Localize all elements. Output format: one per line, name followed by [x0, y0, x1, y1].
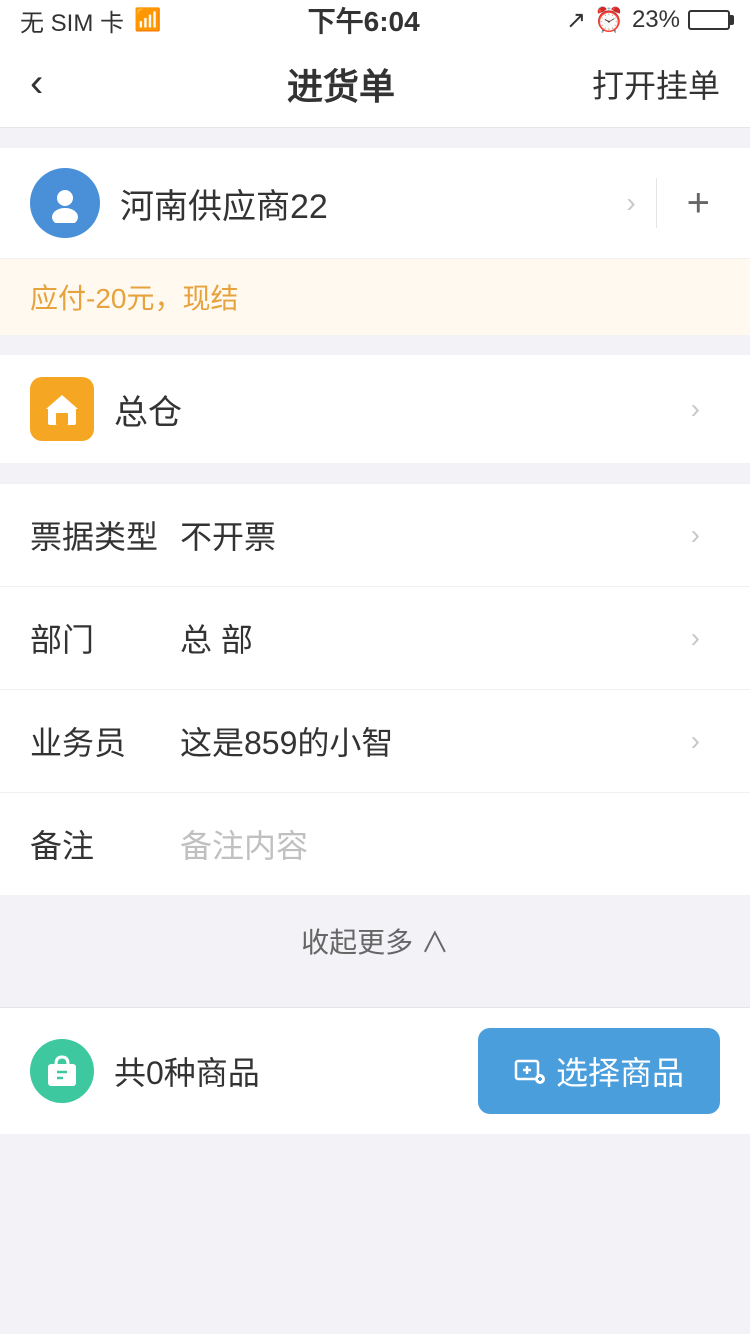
select-product-icon — [514, 1057, 546, 1085]
remark-label: 备注 — [30, 821, 180, 867]
mid-divider1 — [0, 335, 750, 355]
warehouse-chevron-icon: › — [691, 393, 700, 425]
warehouse-icon — [30, 377, 94, 441]
salesperson-row[interactable]: 业务员 这是859的小智 › — [0, 689, 750, 792]
carrier-text: 无 SIM 卡 — [20, 3, 124, 38]
supplier-avatar — [30, 168, 100, 238]
supplier-section: 河南供应商22 › + 应付-20元，现结 — [0, 148, 750, 335]
department-chevron-icon: › — [691, 622, 700, 654]
salesperson-chevron-icon: › — [691, 725, 700, 757]
back-button[interactable]: ‹ — [30, 61, 90, 106]
supplier-row[interactable]: 河南供应商22 › + — [0, 148, 750, 259]
collapse-label: 收起更多 ∧ — [301, 921, 449, 961]
warning-text: 应付-20元，现结 — [30, 283, 238, 314]
supplier-divider — [656, 178, 657, 228]
remark-input[interactable]: 备注内容 — [180, 821, 720, 867]
page-title: 进货单 — [287, 58, 395, 110]
wifi-icon: 📶 — [134, 7, 161, 33]
supplier-name: 河南供应商22 — [120, 179, 626, 228]
department-row[interactable]: 部门 总 部 › — [0, 586, 750, 689]
supplier-chevron-icon: › — [626, 187, 635, 219]
warning-banner: 应付-20元，现结 — [0, 259, 750, 335]
location-icon: ↗ — [566, 6, 586, 35]
department-value: 总 部 — [180, 615, 691, 661]
invoice-value: 不开票 — [180, 512, 691, 558]
battery-text: 23% — [632, 6, 680, 34]
open-pending-button[interactable]: 打开挂单 — [592, 61, 720, 107]
status-left: 无 SIM 卡 📶 — [20, 3, 161, 38]
status-time: 下午6:04 — [308, 0, 420, 40]
form-section: 票据类型 不开票 › 部门 总 部 › 业务员 这是859的小智 › 备注 备注… — [0, 483, 750, 895]
person-icon — [45, 183, 85, 223]
shopping-bag-icon — [43, 1052, 81, 1090]
salesperson-label: 业务员 — [30, 718, 180, 764]
warehouse-name: 总仓 — [114, 385, 691, 434]
invoice-row[interactable]: 票据类型 不开票 › — [0, 483, 750, 586]
status-right: ↗ ⏰ 23% — [566, 6, 730, 35]
warehouse-section: 总仓 › — [0, 355, 750, 463]
status-bar: 无 SIM 卡 📶 下午6:04 ↗ ⏰ 23% — [0, 0, 750, 40]
bottom-divider — [0, 987, 750, 1007]
product-count-text: 共0种商品 — [114, 1048, 478, 1094]
warehouse-row[interactable]: 总仓 › — [0, 355, 750, 463]
select-product-label: 选择商品 — [556, 1048, 684, 1094]
invoice-label: 票据类型 — [30, 512, 180, 558]
collapse-button[interactable]: 收起更多 ∧ — [0, 895, 750, 987]
top-divider — [0, 128, 750, 148]
invoice-chevron-icon: › — [691, 519, 700, 551]
bottom-bar: 共0种商品 选择商品 — [0, 1007, 750, 1134]
alarm-icon: ⏰ — [594, 6, 624, 35]
nav-bar: ‹ 进货单 打开挂单 — [0, 40, 750, 128]
salesperson-value: 这是859的小智 — [180, 718, 691, 764]
house-icon — [44, 391, 80, 427]
remark-row[interactable]: 备注 备注内容 — [0, 792, 750, 895]
mid-divider2 — [0, 463, 750, 483]
select-product-button[interactable]: 选择商品 — [478, 1028, 720, 1114]
department-label: 部门 — [30, 615, 180, 661]
product-count-icon — [30, 1039, 94, 1103]
add-supplier-button[interactable]: + — [677, 171, 720, 236]
battery-icon — [688, 10, 730, 30]
